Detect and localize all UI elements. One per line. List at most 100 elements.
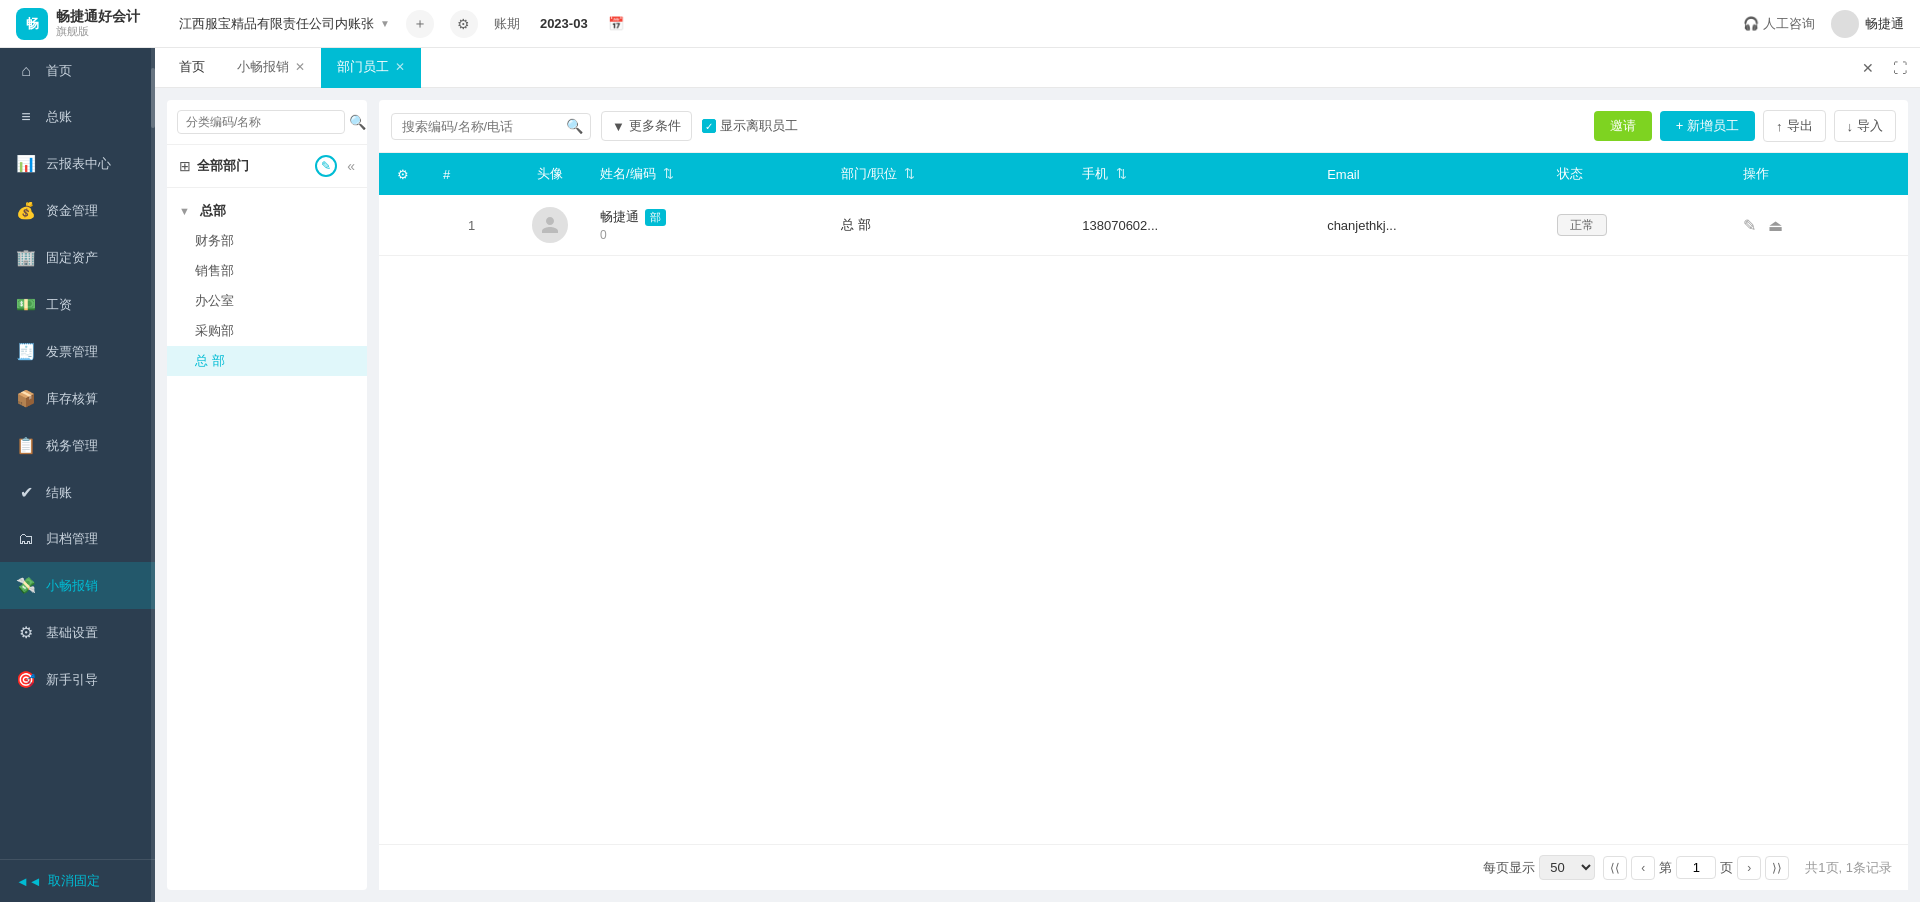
col-dept[interactable]: 部门/职位 ⇅ [825, 153, 1066, 195]
app-logo-icon: 畅 [16, 8, 48, 40]
sidebar-item-archive[interactable]: 🗂 归档管理 [0, 516, 155, 562]
tab-xiaochang-close[interactable]: ✕ [295, 60, 305, 74]
dept-node-office[interactable]: 办公室 [167, 286, 367, 316]
main-layout: ⌂ 首页 ≡ 总账 📊 云报表中心 💰 资金管理 🏢 固定资产 💵 工资 🧾 发… [0, 48, 1920, 902]
logout-employee-button[interactable]: ⏏ [1768, 217, 1783, 234]
dept-node-general[interactable]: 总 部 [167, 346, 367, 376]
sidebar-label-guide: 新手引导 [46, 671, 98, 689]
first-page-button[interactable]: ⟨⟨ [1603, 856, 1627, 880]
settings-button[interactable]: ⚙ [450, 10, 478, 38]
tabs-bar: 首页 小畅报销 ✕ 部门员工 ✕ ✕ ⛶ [155, 48, 1920, 88]
page-suffix: 页 [1720, 859, 1733, 877]
content-area: 首页 小畅报销 ✕ 部门员工 ✕ ✕ ⛶ 🔍 [155, 48, 1920, 902]
search-input-wrap: 🔍 [391, 113, 591, 140]
last-page-button[interactable]: ⟩⟩ [1765, 856, 1789, 880]
sidebar-scroll-indicator [151, 48, 155, 902]
page-input[interactable] [1676, 856, 1716, 879]
guide-icon: 🎯 [16, 670, 36, 689]
tab-dept-employee-close[interactable]: ✕ [395, 60, 405, 74]
row-actions-cell: ✎ ⏏ [1727, 195, 1908, 256]
sidebar-item-closing[interactable]: ✔ 结账 [0, 469, 155, 516]
dept-search-button[interactable]: 🔍 [349, 114, 366, 130]
dept-general-label: 总 部 [195, 353, 225, 368]
support-button[interactable]: 🎧 人工咨询 [1743, 15, 1815, 33]
prev-page-button[interactable]: ‹ [1631, 856, 1655, 880]
row-phone-cell: 138070602... [1066, 195, 1311, 256]
dept-office-label: 办公室 [195, 293, 234, 308]
per-page-select[interactable]: 50 100 [1539, 855, 1595, 880]
show-resigned-checkbox[interactable]: ✓ 显示离职员工 [702, 117, 798, 135]
employee-table-body: 1 畅捷通 部 0 总 部 138070602... chanjethkj... [379, 195, 1908, 256]
tab-dept-employee[interactable]: 部门员工 ✕ [321, 48, 421, 88]
sidebar-label-xiaochang: 小畅报销 [46, 577, 98, 595]
dept-header: ⊞ 全部部门 ✎ « [167, 145, 367, 188]
per-page-label: 每页显示 [1483, 859, 1535, 877]
col-name[interactable]: 姓名/编码 ⇅ [584, 153, 825, 195]
next-page-button[interactable]: › [1737, 856, 1761, 880]
employee-search-input[interactable] [391, 113, 591, 140]
row-status-cell: 正常 [1541, 195, 1727, 256]
dept-node-finance[interactable]: 财务部 [167, 226, 367, 256]
sidebar-item-funds[interactable]: 💰 资金管理 [0, 187, 155, 234]
dept-node-sales[interactable]: 销售部 [167, 256, 367, 286]
dept-search-input[interactable] [177, 110, 345, 134]
user-area[interactable]: 畅捷通 [1831, 10, 1904, 38]
import-button[interactable]: ↓ 导入 [1834, 110, 1897, 142]
cancel-pin-button[interactable]: ◄◄ 取消固定 [0, 859, 155, 902]
home-icon: ⌂ [16, 62, 36, 80]
toolbar: 🔍 ▼ 更多条件 ✓ 显示离职员工 邀请 + 新增员工 ↑ [379, 100, 1908, 153]
sidebar-item-settings[interactable]: ⚙ 基础设置 [0, 609, 155, 656]
dept-panel: 🔍 ⊞ 全部部门 ✎ « ▼ 总部 财务部 [167, 100, 367, 890]
employee-status-badge: 正常 [1557, 214, 1607, 236]
tab-home[interactable]: 首页 [163, 48, 221, 88]
dept-sales-label: 销售部 [195, 263, 234, 278]
add-button[interactable]: ＋ [406, 10, 434, 38]
payroll-icon: 💵 [16, 295, 36, 314]
dept-purchase-label: 采购部 [195, 323, 234, 338]
col-settings[interactable]: ⚙ [379, 153, 427, 195]
sidebar-label-payroll: 工资 [46, 296, 72, 314]
tab-xiaochang[interactable]: 小畅报销 ✕ [221, 48, 321, 88]
sidebar-item-invoices[interactable]: 🧾 发票管理 [0, 328, 155, 375]
edit-employee-button[interactable]: ✎ [1743, 217, 1756, 234]
export-label: 导出 [1787, 117, 1813, 135]
dept-edit-button[interactable]: ✎ [315, 155, 337, 177]
add-employee-button[interactable]: + 新增员工 [1660, 111, 1755, 141]
dept-root-label: 总部 [200, 202, 226, 220]
col-phone[interactable]: 手机 ⇅ [1066, 153, 1311, 195]
sidebar-item-home[interactable]: ⌂ 首页 [0, 48, 155, 94]
assets-icon: 🏢 [16, 248, 36, 267]
sidebar-item-ledger[interactable]: ≡ 总账 [0, 94, 155, 140]
settings-nav-icon: ⚙ [16, 623, 36, 642]
export-button[interactable]: ↑ 导出 [1763, 110, 1826, 142]
sidebar-item-reports[interactable]: 📊 云报表中心 [0, 140, 155, 187]
calendar-icon[interactable]: 📅 [608, 16, 624, 31]
close-all-tabs-button[interactable]: ✕ [1856, 56, 1880, 80]
pin-icon: ◄◄ [16, 874, 42, 889]
page-nav: ⟨⟨ ‹ 第 页 › ⟩⟩ [1603, 856, 1789, 880]
sidebar-label-inventory: 库存核算 [46, 390, 98, 408]
employee-table: ⚙ # 头像 姓名/编码 ⇅ 部门/职位 [379, 153, 1908, 256]
employee-search-icon[interactable]: 🔍 [566, 118, 583, 134]
sidebar-scroll-thumb [151, 68, 155, 128]
dept-collapse-button[interactable]: « [347, 158, 355, 174]
expand-tabs-button[interactable]: ⛶ [1888, 56, 1912, 80]
dept-node-purchase[interactable]: 采购部 [167, 316, 367, 346]
show-resigned-label: 显示离职员工 [720, 117, 798, 135]
toolbar-right: 邀请 + 新增员工 ↑ 导出 ↓ 导入 [1594, 110, 1896, 142]
sidebar-item-assets[interactable]: 🏢 固定资产 [0, 234, 155, 281]
invite-button[interactable]: 邀请 [1594, 111, 1652, 141]
tab-home-label: 首页 [179, 58, 205, 76]
employee-name: 畅捷通 部 [600, 208, 809, 226]
more-filter-button[interactable]: ▼ 更多条件 [601, 111, 692, 141]
sidebar-item-xiaochang[interactable]: 💸 小畅报销 [0, 562, 155, 609]
sidebar-item-tax[interactable]: 📋 税务管理 [0, 422, 155, 469]
sidebar-item-guide[interactable]: 🎯 新手引导 [0, 656, 155, 703]
sidebar-item-inventory[interactable]: 📦 库存核算 [0, 375, 155, 422]
dept-node-root[interactable]: ▼ 总部 [167, 196, 367, 226]
import-label: 导入 [1857, 117, 1883, 135]
company-selector[interactable]: 江西服宝精品有限责任公司内账张 ▼ [179, 15, 390, 33]
sidebar-label-closing: 结账 [46, 484, 72, 502]
sidebar-item-payroll[interactable]: 💵 工资 [0, 281, 155, 328]
closing-icon: ✔ [16, 483, 36, 502]
